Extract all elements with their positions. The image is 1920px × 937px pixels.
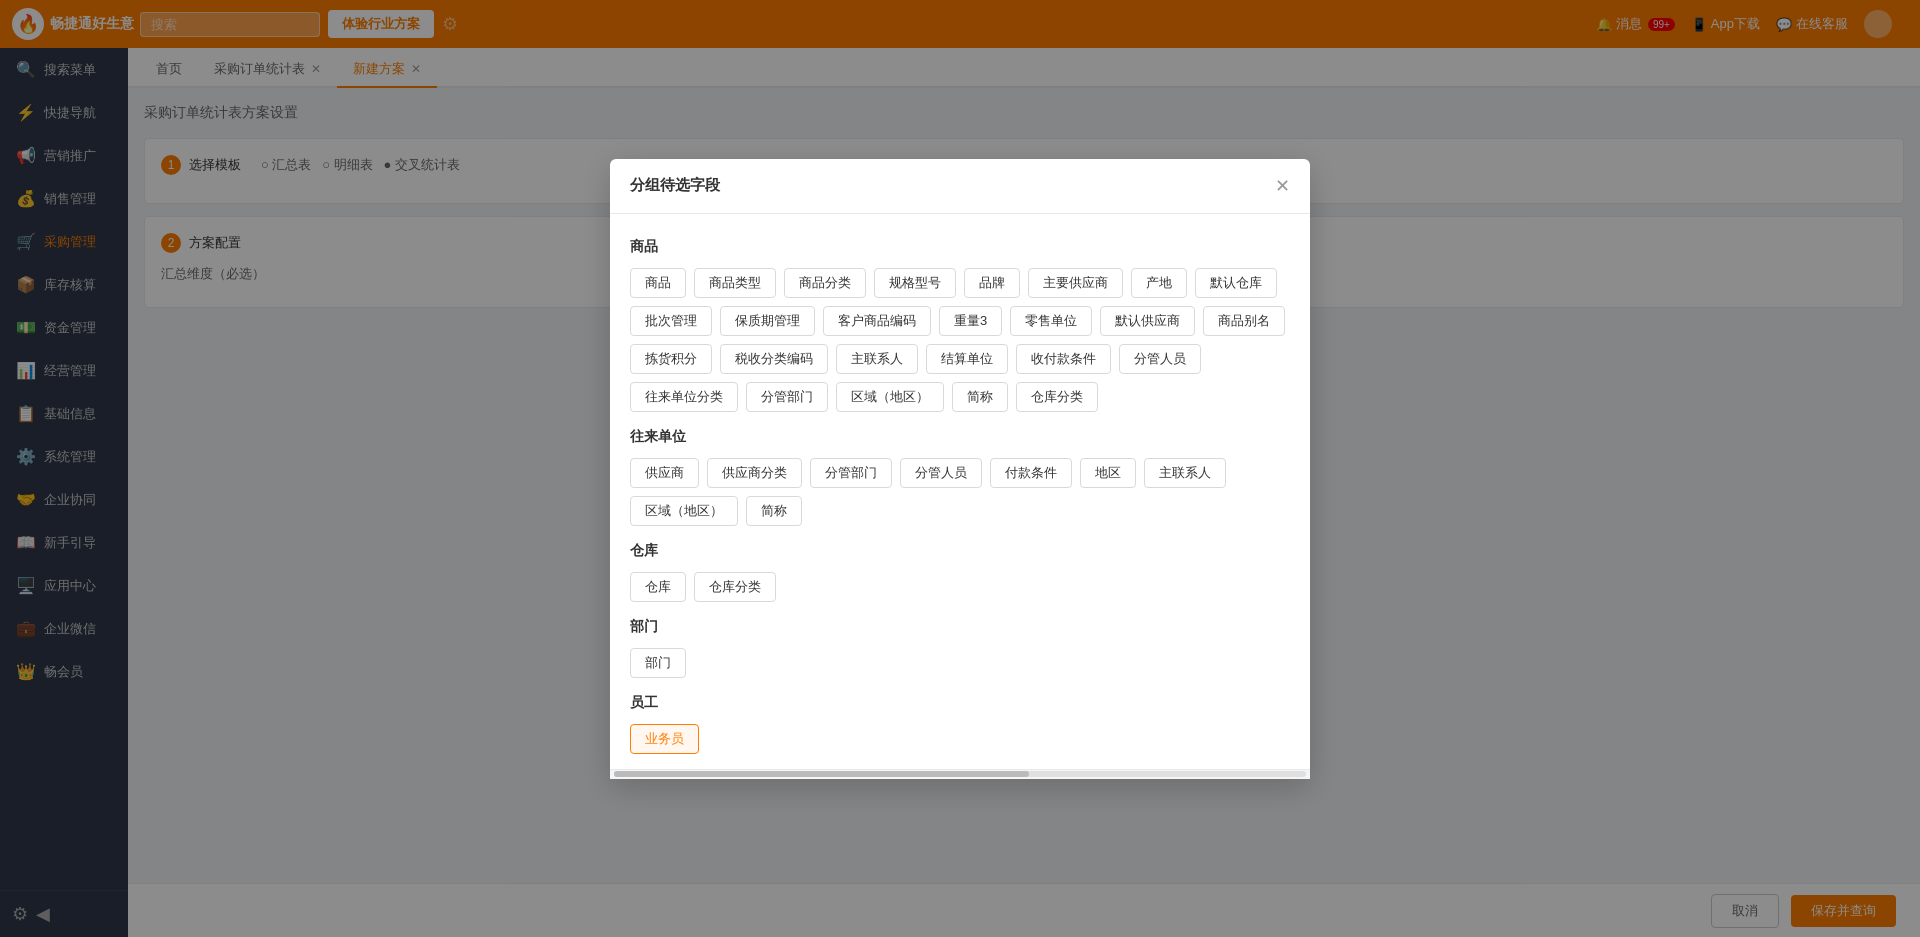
field-tag-pay-terms[interactable]: 付款条件 bbox=[990, 458, 1072, 488]
field-tag-warehouse-category[interactable]: 仓库分类 bbox=[1016, 382, 1098, 412]
field-tag-dept[interactable]: 分管部门 bbox=[810, 458, 892, 488]
modal-overlay[interactable]: 分组待选字段 ✕ 商品 商品 商品类型 商品分类 规格型号 品牌 主要供应商 产… bbox=[0, 0, 1920, 937]
field-tag-origin[interactable]: 产地 bbox=[1131, 268, 1187, 298]
modal-title: 分组待选字段 bbox=[630, 176, 720, 195]
modal-dialog: 分组待选字段 ✕ 商品 商品 商品类型 商品分类 规格型号 品牌 主要供应商 产… bbox=[610, 159, 1310, 779]
field-tag-partner-region[interactable]: 区域（地区） bbox=[630, 496, 738, 526]
field-grid-dept: 部门 bbox=[630, 648, 1290, 678]
field-tag-goods[interactable]: 商品 bbox=[630, 268, 686, 298]
field-tag-main-supplier[interactable]: 主要供应商 bbox=[1028, 268, 1123, 298]
field-tag-pick-points[interactable]: 拣货积分 bbox=[630, 344, 712, 374]
field-tag-supervisor[interactable]: 分管人员 bbox=[1119, 344, 1201, 374]
section-title-staff: 员工 bbox=[630, 694, 1290, 712]
field-grid-warehouse: 仓库 仓库分类 bbox=[630, 572, 1290, 602]
field-tag-warehouse[interactable]: 仓库 bbox=[630, 572, 686, 602]
section-title-partner: 往来单位 bbox=[630, 428, 1290, 446]
modal-hscroll-thumb bbox=[614, 771, 1029, 777]
field-tag-department[interactable]: 部门 bbox=[630, 648, 686, 678]
field-tag-dept-manage[interactable]: 分管部门 bbox=[746, 382, 828, 412]
field-tag-weight[interactable]: 重量3 bbox=[939, 306, 1002, 336]
field-grid-staff: 业务员 bbox=[630, 724, 1290, 754]
modal-body[interactable]: 商品 商品 商品类型 商品分类 规格型号 品牌 主要供应商 产地 默认仓库 批次… bbox=[610, 214, 1310, 769]
section-title-warehouse: 仓库 bbox=[630, 542, 1290, 560]
modal-header: 分组待选字段 ✕ bbox=[610, 159, 1310, 214]
field-tag-main-contact[interactable]: 主联系人 bbox=[836, 344, 918, 374]
field-tag-brand[interactable]: 品牌 bbox=[964, 268, 1020, 298]
field-tag-partner-contact[interactable]: 主联系人 bbox=[1144, 458, 1226, 488]
field-tag-salesperson[interactable]: 业务员 bbox=[630, 724, 699, 754]
field-tag-retail-unit[interactable]: 零售单位 bbox=[1010, 306, 1092, 336]
field-tag-default-supplier[interactable]: 默认供应商 bbox=[1100, 306, 1195, 336]
field-grid-goods: 商品 商品类型 商品分类 规格型号 品牌 主要供应商 产地 默认仓库 批次管理 … bbox=[630, 268, 1290, 412]
field-tag-partner-category[interactable]: 往来单位分类 bbox=[630, 382, 738, 412]
field-tag-settle-unit[interactable]: 结算单位 bbox=[926, 344, 1008, 374]
section-title-dept: 部门 bbox=[630, 618, 1290, 636]
modal-hscroll-track bbox=[614, 771, 1306, 777]
field-tag-alias[interactable]: 商品别名 bbox=[1203, 306, 1285, 336]
field-tag-supplier[interactable]: 供应商 bbox=[630, 458, 699, 488]
field-tag-warehouse-cat[interactable]: 仓库分类 bbox=[694, 572, 776, 602]
field-tag-area[interactable]: 地区 bbox=[1080, 458, 1136, 488]
field-tag-staff-manage[interactable]: 分管人员 bbox=[900, 458, 982, 488]
field-tag-goods-type[interactable]: 商品类型 bbox=[694, 268, 776, 298]
field-tag-spec[interactable]: 规格型号 bbox=[874, 268, 956, 298]
modal-close-btn[interactable]: ✕ bbox=[1275, 175, 1290, 197]
field-tag-region[interactable]: 区域（地区） bbox=[836, 382, 944, 412]
field-tag-payment-terms[interactable]: 收付款条件 bbox=[1016, 344, 1111, 374]
field-tag-default-warehouse[interactable]: 默认仓库 bbox=[1195, 268, 1277, 298]
field-tag-expiry[interactable]: 保质期管理 bbox=[720, 306, 815, 336]
section-title-goods: 商品 bbox=[630, 238, 1290, 256]
field-tag-partner-short[interactable]: 简称 bbox=[746, 496, 802, 526]
field-tag-supplier-category[interactable]: 供应商分类 bbox=[707, 458, 802, 488]
field-tag-goods-category[interactable]: 商品分类 bbox=[784, 268, 866, 298]
field-tag-short-name[interactable]: 简称 bbox=[952, 382, 1008, 412]
field-grid-partner: 供应商 供应商分类 分管部门 分管人员 付款条件 地区 主联系人 区域（地区） … bbox=[630, 458, 1290, 526]
field-tag-tax-code[interactable]: 税收分类编码 bbox=[720, 344, 828, 374]
field-tag-batch[interactable]: 批次管理 bbox=[630, 306, 712, 336]
field-tag-customer-code[interactable]: 客户商品编码 bbox=[823, 306, 931, 336]
modal-hscrollbar[interactable] bbox=[610, 769, 1310, 779]
